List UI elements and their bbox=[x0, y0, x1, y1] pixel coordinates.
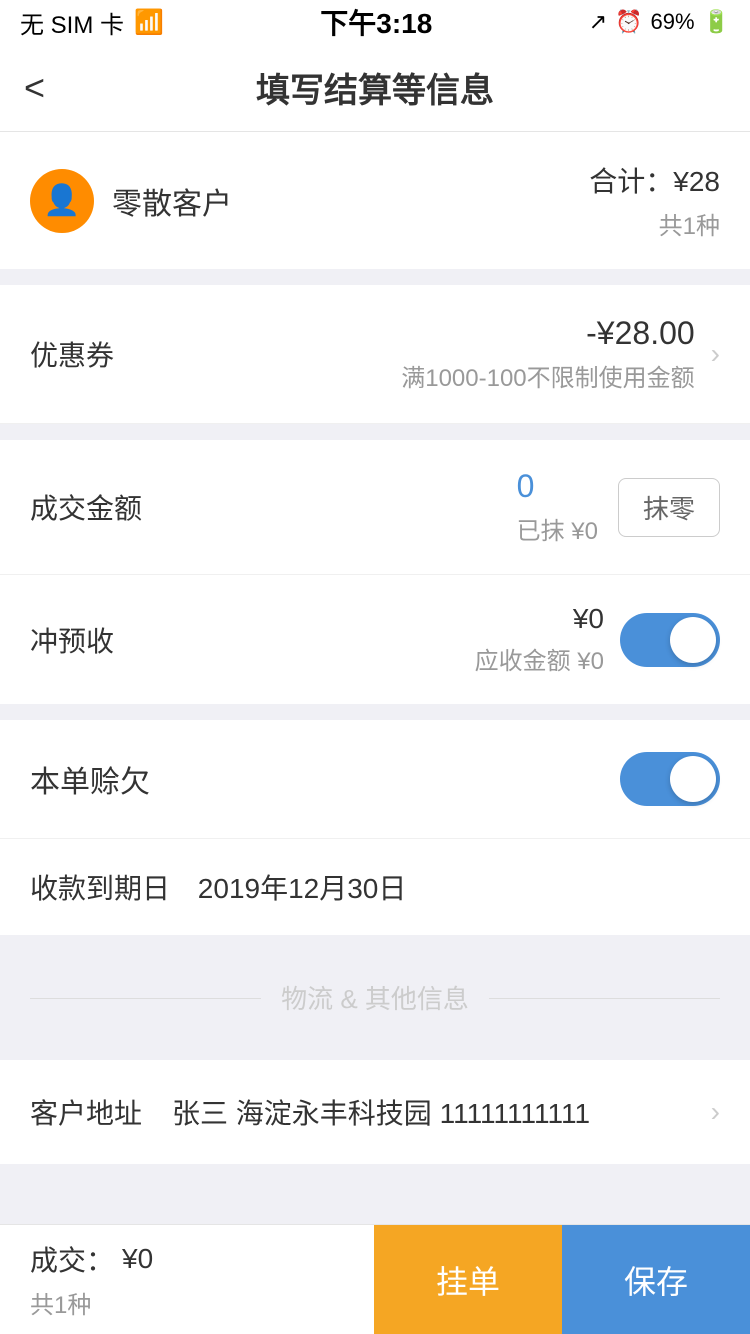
bottom-deal: 成交： ¥0 bbox=[30, 1239, 344, 1279]
address-chevron-icon: › bbox=[711, 1096, 720, 1128]
customer-avatar: 👤 bbox=[30, 169, 94, 233]
transaction-value: 0 bbox=[517, 468, 598, 505]
customer-total: 合计：¥28 bbox=[589, 160, 720, 200]
divider-1 bbox=[0, 424, 750, 440]
prepayment-value: ¥0 bbox=[475, 603, 604, 635]
battery-icon: 🔋 bbox=[703, 9, 730, 35]
coupon-value-group: -¥28.00 满1000-100不限制使用金额 bbox=[401, 315, 694, 393]
transaction-sub: 已抹 ¥0 bbox=[517, 511, 598, 546]
coupon-sub: 满1000-100不限制使用金额 bbox=[401, 358, 694, 393]
round-button[interactable]: 抹零 bbox=[618, 478, 720, 537]
customer-row: 👤 零散客户 合计：¥28 共1种 bbox=[0, 132, 750, 269]
status-time: 下午3:18 bbox=[320, 2, 432, 42]
logistics-label: 物流 & 其他信息 bbox=[261, 979, 489, 1016]
due-date-label: 收款到期日 bbox=[30, 873, 170, 904]
credit-row: 本单赊欠 bbox=[0, 720, 750, 838]
save-button[interactable]: 保存 bbox=[562, 1225, 750, 1334]
bottom-deal-value: ¥0 bbox=[122, 1243, 153, 1275]
credit-toggle-knob bbox=[670, 756, 716, 802]
transaction-row: 成交金额 0 已抹 ¥0 抹零 bbox=[0, 440, 750, 575]
page-title: 填写结算等信息 bbox=[256, 63, 494, 112]
customer-right: 合计：¥28 共1种 bbox=[589, 160, 720, 241]
wifi-icon: 📶 bbox=[134, 8, 164, 37]
due-date-value: 2019年12月30日 bbox=[198, 873, 407, 904]
battery-text: 69% bbox=[651, 9, 695, 35]
logistics-divider: 物流 & 其他信息 bbox=[0, 951, 750, 1044]
credit-label: 本单赊欠 bbox=[30, 757, 150, 801]
bottom-count: 共1种 bbox=[30, 1285, 344, 1320]
coupon-row[interactable]: 优惠券 -¥28.00 满1000-100不限制使用金额 › bbox=[0, 285, 750, 424]
prepayment-sub: 应收金额 ¥0 bbox=[475, 641, 604, 676]
bottom-deal-label: 成交： bbox=[30, 1239, 114, 1279]
prepayment-right: ¥0 应收金额 ¥0 bbox=[475, 603, 720, 676]
address-label: 客户地址 bbox=[30, 1092, 142, 1132]
content: 👤 零散客户 合计：¥28 共1种 优惠券 -¥28.00 满1000-100不… bbox=[0, 132, 750, 1284]
transaction-label: 成交金额 bbox=[30, 487, 142, 527]
customer-name: 零散客户 bbox=[112, 179, 232, 223]
transaction-section: 成交金额 0 已抹 ¥0 抹零 冲预收 ¥0 应收金额 ¥0 bbox=[0, 440, 750, 704]
prepayment-label: 冲预收 bbox=[30, 620, 114, 660]
nav-bar: < 填写结算等信息 bbox=[0, 44, 750, 132]
prepayment-row: 冲预收 ¥0 应收金额 ¥0 bbox=[0, 575, 750, 704]
divider-2 bbox=[0, 704, 750, 720]
no-sim-text: 无 SIM 卡 bbox=[20, 5, 124, 40]
coupon-label: 优惠券 bbox=[30, 334, 114, 374]
credit-toggle[interactable] bbox=[620, 752, 720, 806]
customer-left: 👤 零散客户 bbox=[30, 169, 232, 233]
status-bar: 无 SIM 卡 📶 下午3:18 ↗ ⏰ 69% 🔋 bbox=[0, 0, 750, 44]
due-date-row[interactable]: 收款到期日 2019年12月30日 bbox=[0, 838, 750, 935]
hold-button[interactable]: 挂单 bbox=[374, 1225, 562, 1334]
alarm-icon: ⏰ bbox=[615, 9, 642, 35]
back-button[interactable]: < bbox=[24, 67, 45, 109]
bottom-bar: 成交： ¥0 共1种 挂单 保存 bbox=[0, 1224, 750, 1334]
credit-section: 本单赊欠 收款到期日 2019年12月30日 bbox=[0, 720, 750, 935]
coupon-right: -¥28.00 满1000-100不限制使用金额 › bbox=[401, 315, 720, 393]
coupon-chevron-icon: › bbox=[711, 338, 720, 370]
coupon-value: -¥28.00 bbox=[401, 315, 694, 352]
avatar-icon: 👤 bbox=[43, 183, 80, 218]
prepayment-toggle[interactable] bbox=[620, 613, 720, 667]
transaction-right: 0 已抹 ¥0 抹零 bbox=[517, 468, 720, 546]
status-left: 无 SIM 卡 📶 bbox=[20, 5, 164, 40]
location-icon: ↗ bbox=[589, 9, 607, 35]
prepayment-values: ¥0 应收金额 ¥0 bbox=[475, 603, 604, 676]
toggle-knob bbox=[670, 617, 716, 663]
transaction-value-group: 0 已抹 ¥0 bbox=[517, 468, 598, 546]
address-value: 张三 海淀永丰科技园 11111111111 bbox=[172, 1092, 711, 1132]
status-right: ↗ ⏰ 69% 🔋 bbox=[589, 9, 730, 35]
bottom-summary: 成交： ¥0 共1种 bbox=[0, 1239, 374, 1320]
address-row[interactable]: 客户地址 张三 海淀永丰科技园 11111111111 › bbox=[0, 1060, 750, 1164]
divider-3 bbox=[0, 935, 750, 951]
customer-count: 共1种 bbox=[589, 206, 720, 241]
